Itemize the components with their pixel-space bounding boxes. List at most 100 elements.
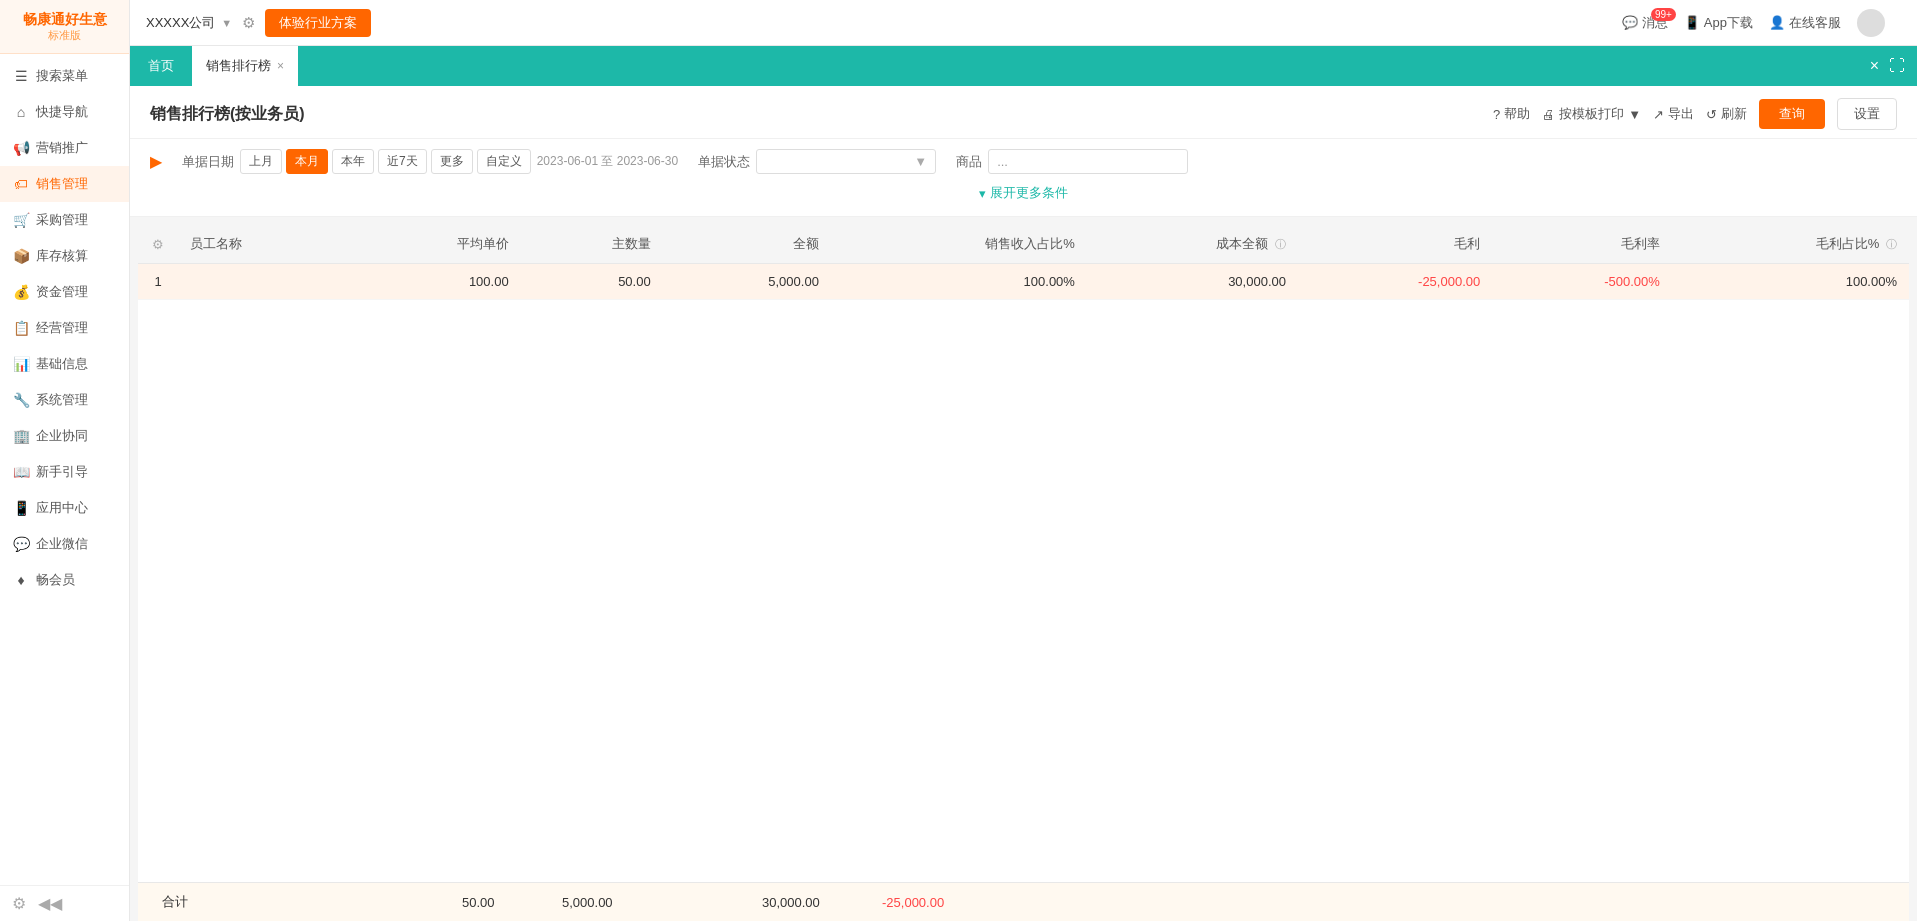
refresh-label: 刷新 [1721, 105, 1747, 123]
sidebar-item-search-label: 搜索菜单 [36, 67, 88, 85]
tab-sales-ranking-label: 销售排行榜 [206, 57, 271, 75]
expand-conditions-btn[interactable]: ▾ 展开更多条件 [979, 180, 1068, 206]
page-header: 销售排行榜(按业务员) ? 帮助 🖨 按模板打印 ▼ ↗ 导出 ↺ 刷新 [130, 86, 1917, 139]
industry-btn[interactable]: 体验行业方案 [265, 9, 371, 37]
goods-select[interactable]: ... [988, 149, 1188, 174]
refresh-btn[interactable]: ↺ 刷新 [1706, 105, 1747, 123]
gross-pct-info-icon[interactable]: ⓘ [1886, 238, 1897, 250]
tab-sales-ranking[interactable]: 销售排行榜 × [192, 46, 298, 86]
filter-row: ▶ 单据日期 上月 本月 本年 近7天 更多 自定义 2023-06-01 至 … [150, 149, 1897, 174]
sidebar-item-system[interactable]: 🔧 系统管理 [0, 382, 129, 418]
guide-icon: 📖 [12, 464, 30, 480]
sidebar-item-marketing[interactable]: 📢 营销推广 [0, 130, 129, 166]
col-cost: 成本全额 ⓘ [1087, 225, 1298, 264]
tab-home[interactable]: 首页 [130, 46, 192, 86]
online-service-btn[interactable]: 👤 在线客服 [1769, 14, 1841, 32]
sidebar-item-enterprise-label: 企业协同 [36, 427, 88, 445]
col-gear[interactable]: ⚙ [138, 225, 178, 264]
settings-icon[interactable]: ⚙ [12, 894, 26, 913]
date-filter: 单据日期 上月 本月 本年 近7天 更多 自定义 2023-06-01 至 20… [182, 149, 678, 174]
export-icon: ↗ [1653, 107, 1664, 122]
message-badge: 99+ [1651, 8, 1676, 21]
date-more-btn[interactable]: 更多 [431, 149, 473, 174]
tab-close-all-icon[interactable]: × [1870, 57, 1879, 75]
col-qty: 主数量 [521, 225, 663, 264]
sidebar-item-search[interactable]: ☰ 搜索菜单 [0, 58, 129, 94]
table-footer: 合计 50.00 5,000.00 30,000.00 -25,000.00 [138, 882, 1909, 921]
tab-close-icon[interactable]: × [277, 59, 284, 73]
table-header-row: ⚙ 员工名称 平均单价 主数量 全额 销售收入占比% 成本全额 ⓘ 毛利 毛利率… [138, 225, 1909, 264]
date-7days-btn[interactable]: 近7天 [378, 149, 427, 174]
col-gross: 毛利 [1298, 225, 1492, 264]
sidebar-item-finance-label: 资金管理 [36, 283, 88, 301]
inventory-icon: 📦 [12, 248, 30, 264]
table-container: ⚙ 员工名称 平均单价 主数量 全额 销售收入占比% 成本全额 ⓘ 毛利 毛利率… [138, 225, 1909, 882]
sidebar-item-guide[interactable]: 📖 新手引导 [0, 454, 129, 490]
goods-filter-label: 商品 [956, 153, 982, 171]
sidebar-item-member-label: 畅会员 [36, 571, 75, 589]
sidebar-item-purchase[interactable]: 🛒 采购管理 [0, 202, 129, 238]
footer-cost: 30,000.00 [750, 895, 870, 910]
cell-name [178, 264, 349, 300]
appstore-icon: 📱 [12, 500, 30, 516]
sidebar-item-wechat[interactable]: 💬 企业微信 [0, 526, 129, 562]
member-icon: ♦ [12, 572, 30, 588]
sidebar-item-finance[interactable]: 💰 资金管理 [0, 274, 129, 310]
export-btn[interactable]: ↗ 导出 [1653, 105, 1694, 123]
date-range-buttons: 上月 本月 本年 近7天 更多 自定义 [240, 149, 531, 174]
status-select[interactable]: ▼ [756, 149, 936, 174]
sidebar-bottom: ⚙ ◀◀ [0, 885, 129, 921]
avatar[interactable] [1857, 9, 1885, 37]
expand-label: 展开更多条件 [990, 184, 1068, 202]
company-select[interactable]: XXXXX公司 ▼ [146, 14, 232, 32]
sidebar: 畅康通好生意 标准版 ☰ 搜索菜单 ⌂ 快捷导航 📢 营销推广 🏷 销售管理 🛒… [0, 0, 130, 921]
sidebar-item-enterprise[interactable]: 🏢 企业协同 [0, 418, 129, 454]
topbar-right: 💬 消息 99+ 📱 App下载 👤 在线客服 [1622, 9, 1901, 37]
sidebar-item-operations[interactable]: 📋 经营管理 [0, 310, 129, 346]
filter-area: ▶ 单据日期 上月 本月 本年 近7天 更多 自定义 2023-06-01 至 … [130, 139, 1917, 217]
enterprise-icon: 🏢 [12, 428, 30, 444]
query-button[interactable]: 查询 [1759, 99, 1825, 129]
tab-fullscreen-icon[interactable]: ⛶ [1889, 57, 1905, 75]
cell-amount: 5,000.00 [663, 264, 831, 300]
date-custom-btn[interactable]: 自定义 [477, 149, 531, 174]
cell-cost: 30,000.00 [1087, 264, 1298, 300]
filter-toggle-icon[interactable]: ▶ [150, 152, 162, 171]
sidebar-item-shortcut[interactable]: ⌂ 快捷导航 [0, 94, 129, 130]
tab-home-label: 首页 [148, 57, 174, 75]
search-icon: ☰ [12, 68, 30, 84]
topbar-gear-icon[interactable]: ⚙ [242, 14, 255, 32]
sales-icon: 🏷 [12, 176, 30, 192]
operations-icon: 📋 [12, 320, 30, 336]
date-year-btn[interactable]: 本年 [332, 149, 374, 174]
help-label: 帮助 [1504, 105, 1530, 123]
cell-gross: -25,000.00 [1298, 264, 1492, 300]
sidebar-item-operations-label: 经营管理 [36, 319, 88, 337]
collapse-icon[interactable]: ◀◀ [38, 894, 62, 913]
cost-info-icon[interactable]: ⓘ [1275, 238, 1286, 250]
date-current-btn[interactable]: 本月 [286, 149, 328, 174]
sidebar-item-inventory[interactable]: 📦 库存核算 [0, 238, 129, 274]
export-label: 导出 [1668, 105, 1694, 123]
tabbar-right-actions: × ⛶ [1870, 57, 1917, 75]
company-name: XXXXX公司 [146, 14, 215, 32]
cell-qty: 50.00 [521, 264, 663, 300]
settings-button[interactable]: 设置 [1837, 98, 1897, 130]
message-btn[interactable]: 💬 消息 99+ [1622, 14, 1668, 32]
sidebar-item-basic[interactable]: 📊 基础信息 [0, 346, 129, 382]
date-prev-btn[interactable]: 上月 [240, 149, 282, 174]
app-download-btn[interactable]: 📱 App下载 [1684, 14, 1753, 32]
app-label: App下载 [1704, 14, 1753, 32]
sidebar-item-sales[interactable]: 🏷 销售管理 [0, 166, 129, 202]
sidebar-item-member[interactable]: ♦ 畅会员 [0, 562, 129, 598]
cell-sales-pct: 100.00% [831, 264, 1087, 300]
sidebar-item-sales-label: 销售管理 [36, 175, 88, 193]
help-btn[interactable]: ? 帮助 [1493, 105, 1530, 123]
page-title: 销售排行榜(按业务员) [150, 104, 305, 125]
basic-icon: 📊 [12, 356, 30, 372]
print-btn[interactable]: 🖨 按模板打印 ▼ [1542, 105, 1641, 123]
sidebar-item-appstore-label: 应用中心 [36, 499, 88, 517]
sidebar-logo: 畅康通好生意 标准版 [0, 0, 129, 54]
topbar: XXXXX公司 ▼ ⚙ 体验行业方案 💬 消息 99+ 📱 App下载 👤 在线… [130, 0, 1917, 46]
sidebar-item-appstore[interactable]: 📱 应用中心 [0, 490, 129, 526]
